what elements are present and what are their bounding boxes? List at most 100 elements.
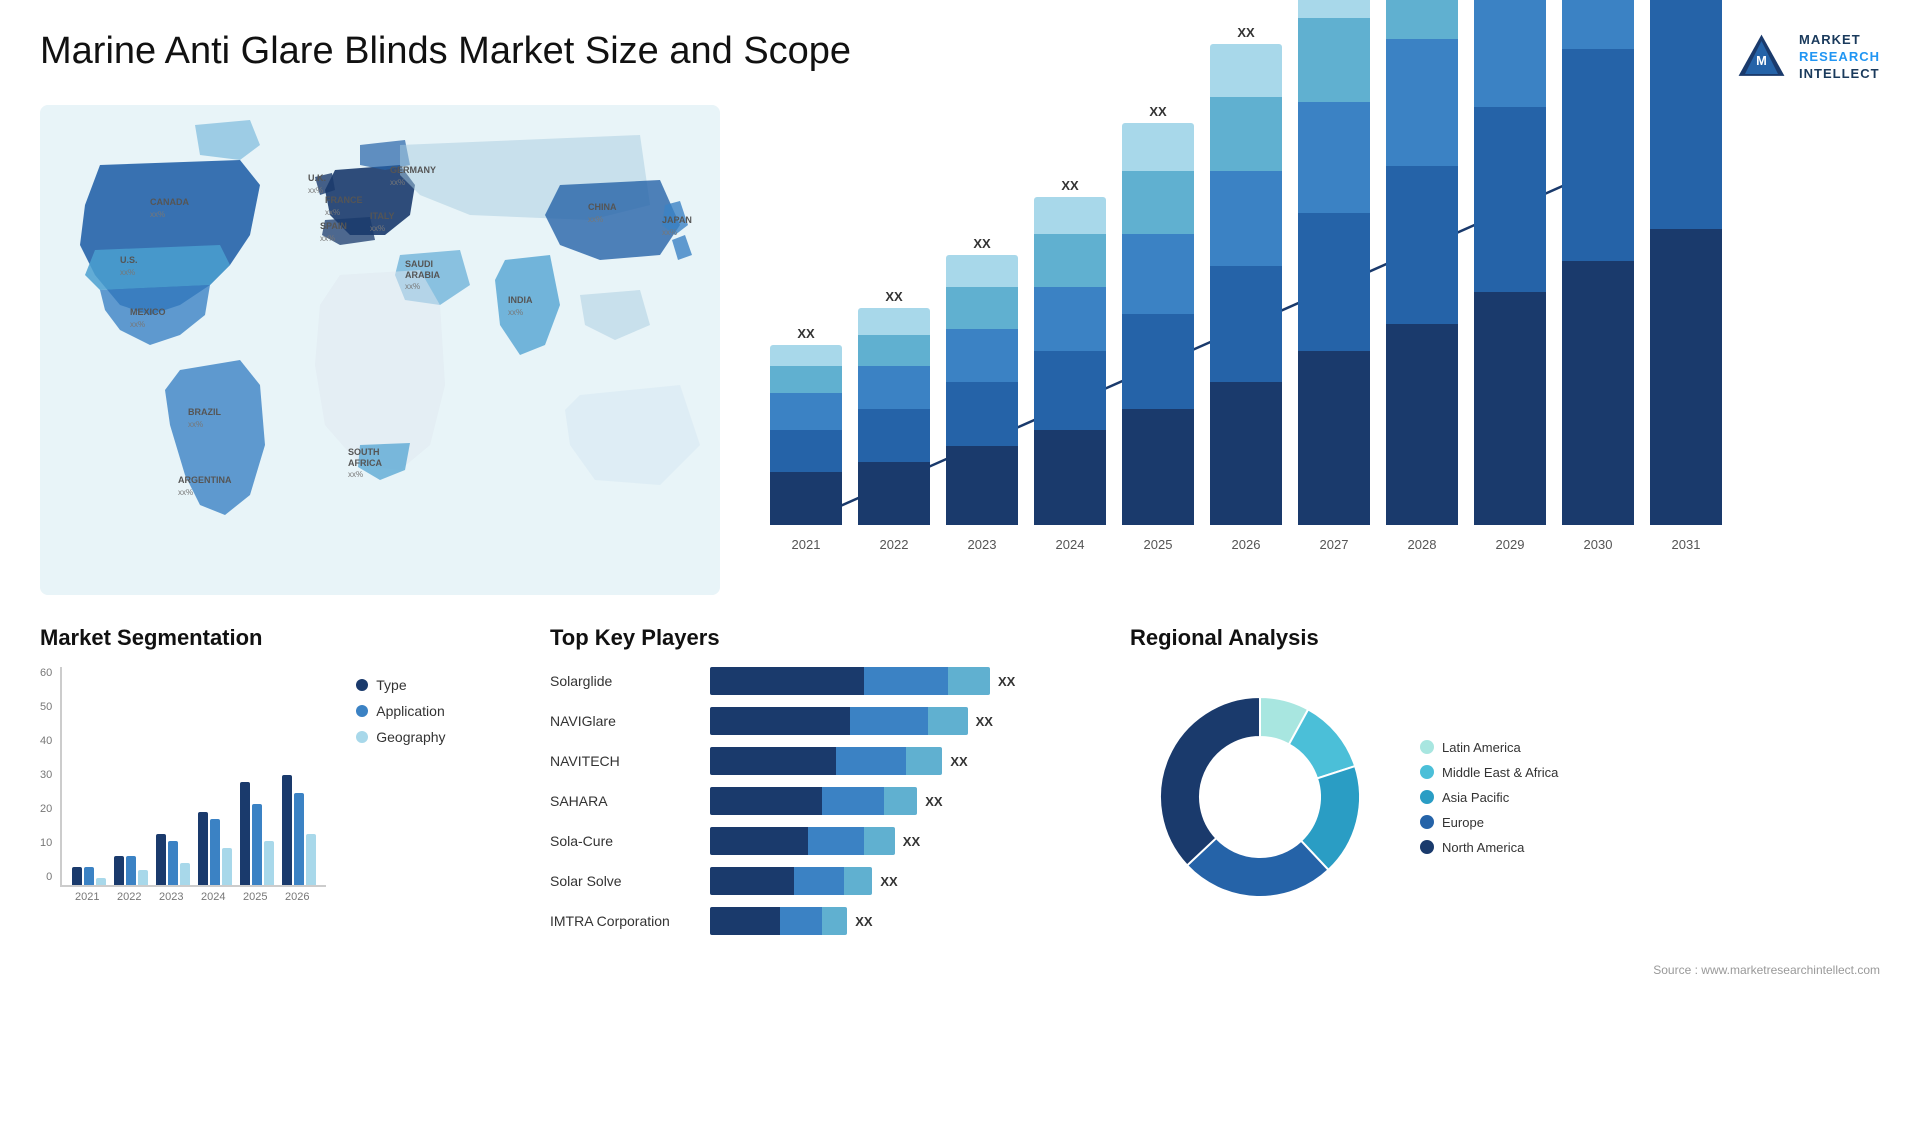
bar-stack xyxy=(1650,0,1722,525)
player-bar-segment xyxy=(710,907,780,935)
bar-segment xyxy=(1386,324,1458,525)
bar-value-label: XX xyxy=(797,326,814,341)
bar-segment xyxy=(1210,44,1282,97)
seg-bar-group xyxy=(72,667,106,885)
seg-bar-group xyxy=(114,667,148,885)
bar-segment xyxy=(1122,314,1194,409)
regional-legend-item: Asia Pacific xyxy=(1420,790,1558,805)
player-bar-segment xyxy=(864,827,895,855)
regional-legend-item: Latin America xyxy=(1420,740,1558,755)
regional-legend-dot xyxy=(1420,765,1434,779)
bar-segment xyxy=(770,345,842,366)
svg-text:xx%: xx% xyxy=(150,210,165,219)
svg-text:CANADA: CANADA xyxy=(150,197,189,207)
bar-segment xyxy=(1298,0,1370,18)
players-title: Top Key Players xyxy=(550,625,1100,651)
bar-segment xyxy=(1386,39,1458,166)
seg-legend-item: Geography xyxy=(356,729,445,745)
svg-text:xx%: xx% xyxy=(320,234,335,243)
bar-chart-wrapper: XXXXXXXXXXXXXXXXXXXXXX 20212022202320242… xyxy=(760,125,1870,565)
seg-bar xyxy=(168,841,178,885)
bar-segment xyxy=(1122,409,1194,525)
bar-value-label: XX xyxy=(1149,104,1166,119)
seg-bar xyxy=(282,775,292,885)
svg-text:INDIA: INDIA xyxy=(508,295,533,305)
bar-segment xyxy=(1562,261,1634,525)
player-bar-segment xyxy=(836,747,906,775)
bar-group: XX xyxy=(770,326,842,525)
seg-bars xyxy=(60,667,326,887)
bar-segment xyxy=(1034,234,1106,287)
bar-group: XX xyxy=(1298,0,1370,525)
svg-text:M: M xyxy=(1756,53,1767,68)
seg-y-labels: 6050403020100 xyxy=(40,667,52,887)
svg-text:SAUDI: SAUDI xyxy=(405,259,433,269)
player-bar xyxy=(710,787,917,815)
player-row: Solar Solve XX xyxy=(550,867,1100,895)
bar-year-label: 2021 xyxy=(770,537,842,552)
bar-segment xyxy=(1034,287,1106,350)
seg-chart-area: 6050403020100 202120222023202420252026 T… xyxy=(40,667,520,903)
player-bar-container: XX xyxy=(710,667,1100,695)
bar-year-label: 2024 xyxy=(1034,537,1106,552)
player-bar-container: XX xyxy=(710,867,1100,895)
legend-dot xyxy=(356,705,368,717)
player-row: Sola-CureXX xyxy=(550,827,1100,855)
svg-text:U.K.: U.K. xyxy=(308,173,326,183)
regional-legend-label: Europe xyxy=(1442,815,1484,830)
bar-segment xyxy=(1210,171,1282,266)
bar-segment xyxy=(858,308,930,334)
player-bar xyxy=(710,867,872,895)
bar-segment xyxy=(770,430,842,472)
player-name: Solar Solve xyxy=(550,873,700,889)
bar-stack xyxy=(770,345,842,525)
player-bar-container: XX xyxy=(710,747,1100,775)
player-value-label: XX xyxy=(998,674,1015,689)
bar-year-label: 2027 xyxy=(1298,537,1370,552)
player-bar-segment xyxy=(822,907,847,935)
bar-segment xyxy=(1386,166,1458,325)
bar-segment xyxy=(858,335,930,367)
seg-bar xyxy=(252,804,262,885)
bar-segment xyxy=(1298,102,1370,213)
bar-stack xyxy=(946,255,1018,525)
regional-legend-dot xyxy=(1420,740,1434,754)
bar-segment xyxy=(1650,229,1722,525)
seg-x-labels: 202120222023202420252026 xyxy=(60,891,326,903)
bar-stack xyxy=(1298,0,1370,525)
svg-text:GERMANY: GERMANY xyxy=(390,165,436,175)
player-bar xyxy=(710,707,968,735)
bar-stack xyxy=(1562,0,1634,525)
seg-bar-group xyxy=(198,667,232,885)
player-bar-segment xyxy=(906,747,942,775)
svg-text:xx%: xx% xyxy=(188,420,203,429)
bar-segment xyxy=(1474,292,1546,525)
bar-value-label: XX xyxy=(1061,178,1078,193)
svg-text:xx%: xx% xyxy=(405,282,420,291)
top-row: CANADA xx% U.S. xx% MEXICO xx% BRAZIL xx… xyxy=(40,105,1880,595)
regional-legend-dot xyxy=(1420,815,1434,829)
player-bar-segment xyxy=(928,707,967,735)
bar-segment xyxy=(946,287,1018,329)
bar-stack xyxy=(858,308,930,525)
player-bar-segment xyxy=(864,667,948,695)
seg-bar xyxy=(240,782,250,885)
seg-legend-item: Type xyxy=(356,677,445,693)
svg-text:SPAIN: SPAIN xyxy=(320,221,347,231)
bar-segment xyxy=(1122,234,1194,313)
bar-year-label: 2030 xyxy=(1562,537,1634,552)
players-section: Top Key Players SolarglideXXNAVIGlareXXN… xyxy=(550,625,1100,947)
svg-text:xx%: xx% xyxy=(390,178,405,187)
bar-segment xyxy=(1298,213,1370,350)
player-bar xyxy=(710,747,942,775)
regional-legend-label: North America xyxy=(1442,840,1524,855)
bar-segment xyxy=(1298,351,1370,525)
regional-legend-label: Latin America xyxy=(1442,740,1521,755)
legend-dot xyxy=(356,731,368,743)
bottom-row: Market Segmentation 6050403020100 202120… xyxy=(40,625,1880,947)
player-row: NAVITECHXX xyxy=(550,747,1100,775)
player-bar-segment xyxy=(710,827,808,855)
bar-segment xyxy=(1034,351,1106,430)
world-map-svg: CANADA xx% U.S. xx% MEXICO xx% BRAZIL xx… xyxy=(40,105,720,595)
svg-text:xx%: xx% xyxy=(178,488,193,497)
